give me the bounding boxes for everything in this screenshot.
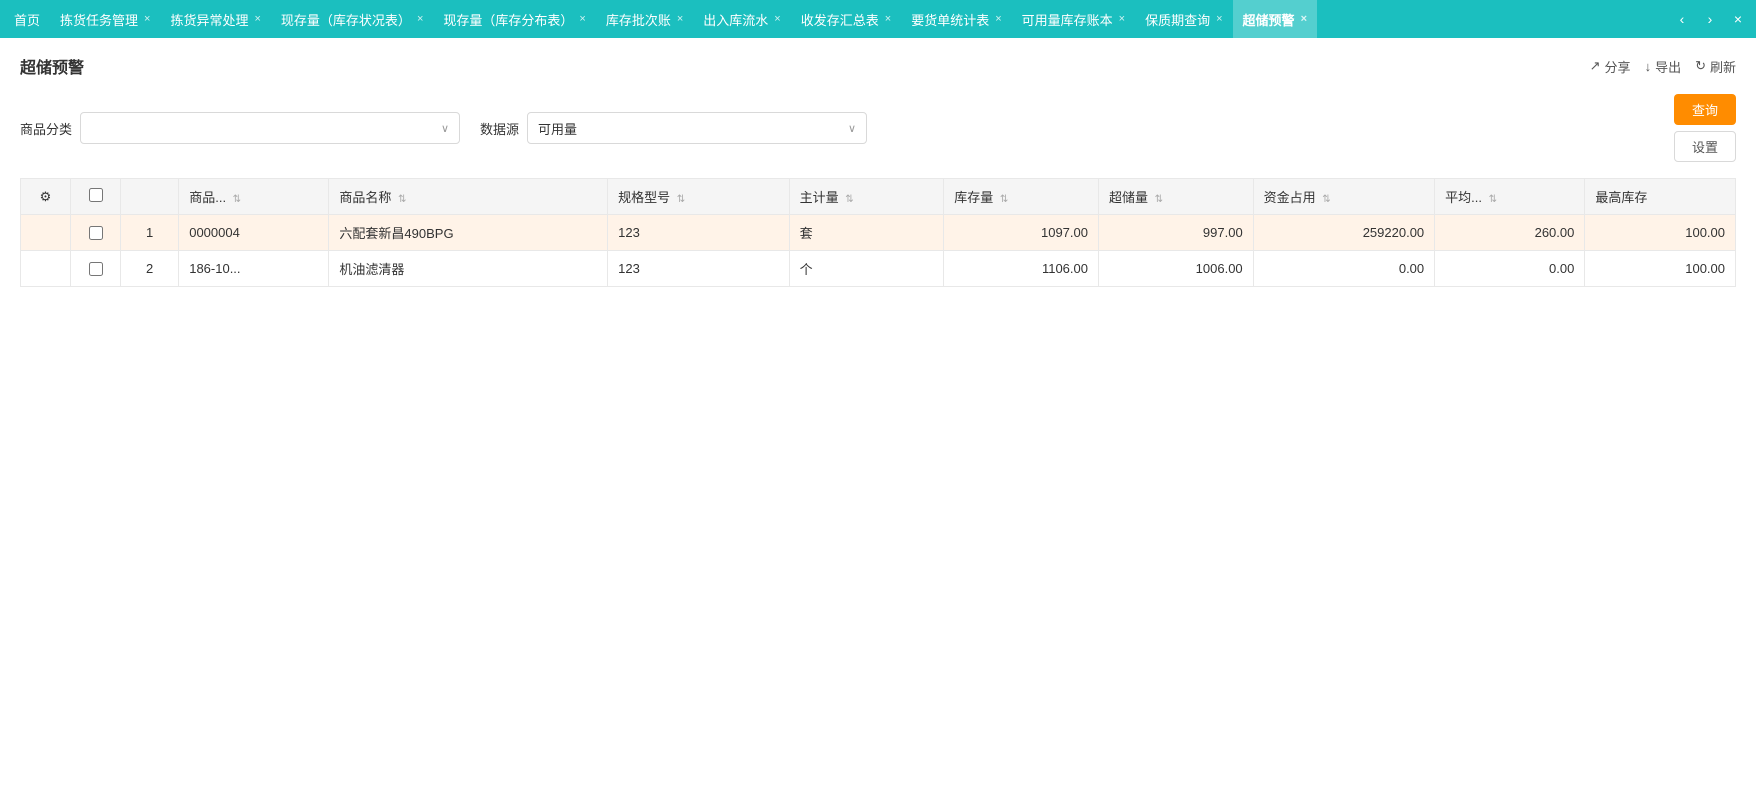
share-icon: ↗ bbox=[1590, 58, 1601, 74]
row-checkbox-1[interactable] bbox=[89, 262, 103, 276]
data-source-chevron: ∨ bbox=[848, 122, 856, 135]
row-spec: 123 bbox=[608, 251, 789, 287]
settings-button[interactable]: 设置 bbox=[1674, 131, 1736, 162]
close-icon[interactable]: × bbox=[1119, 13, 1125, 25]
data-source-value: 可用量 bbox=[538, 119, 577, 138]
nav-item-出入库流水[interactable]: 出入库流水× bbox=[693, 0, 790, 38]
row-avg: 0.00 bbox=[1435, 251, 1585, 287]
table-header-row: ⚙ 商品... ⇅ 商品名称 ⇅ 规格型号 ⇅ 主计量 ⇅ 库存量 ⇅ 超储量 … bbox=[21, 179, 1736, 215]
row-capital: 259220.00 bbox=[1253, 215, 1434, 251]
row-unit: 个 bbox=[789, 251, 944, 287]
col-checkbox bbox=[71, 179, 121, 215]
export-icon: ↓ bbox=[1645, 59, 1652, 74]
nav-item-超储预警[interactable]: 超储预警× bbox=[1233, 0, 1317, 38]
product-category-label: 商品分类 bbox=[20, 119, 72, 138]
nav-item-库存批次账[interactable]: 库存批次账× bbox=[596, 0, 693, 38]
col-rownum bbox=[121, 179, 179, 215]
export-button[interactable]: ↓ 导出 bbox=[1645, 57, 1682, 76]
row-stock: 1106.00 bbox=[944, 251, 1099, 287]
close-icon[interactable]: × bbox=[1216, 13, 1222, 25]
row-product-name: 机油滤清器 bbox=[329, 251, 608, 287]
refresh-icon: ↻ bbox=[1695, 58, 1706, 74]
nav-arrow-right[interactable]: › bbox=[1696, 0, 1724, 38]
row-max-stock: 100.00 bbox=[1585, 251, 1736, 287]
product-category-chevron: ∨ bbox=[441, 122, 449, 135]
row-unit: 套 bbox=[789, 215, 944, 251]
row-checkbox-cell bbox=[71, 215, 121, 251]
row-over-stock: 1006.00 bbox=[1098, 251, 1253, 287]
nav-item-收发存汇总表[interactable]: 收发存汇总表× bbox=[791, 0, 901, 38]
page-header: 超储预警 ↗ 分享 ↓ 导出 ↻ 刷新 bbox=[20, 54, 1736, 78]
row-avg: 260.00 bbox=[1435, 215, 1585, 251]
row-capital: 0.00 bbox=[1253, 251, 1434, 287]
col-spec[interactable]: 规格型号 ⇅ bbox=[608, 179, 789, 215]
close-icon[interactable]: × bbox=[995, 13, 1001, 25]
nav-item-首页[interactable]: 首页 bbox=[4, 0, 50, 38]
nav-arrow-close[interactable]: × bbox=[1724, 0, 1752, 38]
close-icon[interactable]: × bbox=[144, 13, 150, 25]
row-product-code: 186-10... bbox=[179, 251, 329, 287]
top-navigation: 首页拣货任务管理×拣货异常处理×现存量（库存状况表）×现存量（库存分布表）×库存… bbox=[0, 0, 1756, 38]
data-source-filter: 数据源 可用量 ∨ bbox=[480, 112, 867, 144]
row-max-stock: 100.00 bbox=[1585, 215, 1736, 251]
col-unit[interactable]: 主计量 ⇅ bbox=[789, 179, 944, 215]
nav-item-现存量-库存状况表-[interactable]: 现存量（库存状况表）× bbox=[271, 0, 433, 38]
close-icon[interactable]: × bbox=[774, 13, 780, 25]
col-capital[interactable]: 资金占用 ⇅ bbox=[1253, 179, 1434, 215]
filter-row: 商品分类 ∨ 数据源 可用量 ∨ 查询 设置 bbox=[20, 94, 1736, 162]
col-product-code[interactable]: 商品... ⇅ bbox=[179, 179, 329, 215]
close-icon[interactable]: × bbox=[1301, 13, 1307, 25]
row-checkbox-cell bbox=[71, 251, 121, 287]
col-over-stock[interactable]: 超储量 ⇅ bbox=[1098, 179, 1253, 215]
data-table: ⚙ 商品... ⇅ 商品名称 ⇅ 规格型号 ⇅ 主计量 ⇅ 库存量 ⇅ 超储量 … bbox=[20, 178, 1736, 287]
col-settings[interactable]: ⚙ bbox=[21, 179, 71, 215]
close-icon[interactable]: × bbox=[885, 13, 891, 25]
row-over-stock: 997.00 bbox=[1098, 215, 1253, 251]
row-stock: 1097.00 bbox=[944, 215, 1099, 251]
col-avg[interactable]: 平均... ⇅ bbox=[1435, 179, 1585, 215]
select-all-checkbox[interactable] bbox=[89, 188, 103, 202]
close-icon[interactable]: × bbox=[417, 13, 423, 25]
product-category-select[interactable]: ∨ bbox=[80, 112, 460, 144]
table-row: 2 186-10... 机油滤清器 123 个 1106.00 1006.00 … bbox=[21, 251, 1736, 287]
product-category-filter: 商品分类 ∨ bbox=[20, 112, 460, 144]
nav-arrow-left[interactable]: ‹ bbox=[1668, 0, 1696, 38]
row-settings-cell bbox=[21, 215, 71, 251]
col-stock[interactable]: 库存量 ⇅ bbox=[944, 179, 1099, 215]
refresh-button[interactable]: ↻ 刷新 bbox=[1695, 57, 1736, 76]
page-content: 超储预警 ↗ 分享 ↓ 导出 ↻ 刷新 商品分类 ∨ 数据源 bbox=[0, 38, 1756, 800]
nav-item-拣货异常处理[interactable]: 拣货异常处理× bbox=[160, 0, 270, 38]
row-product-code: 0000004 bbox=[179, 215, 329, 251]
nav-item-要货单统计表[interactable]: 要货单统计表× bbox=[901, 0, 1011, 38]
row-settings-cell bbox=[21, 251, 71, 287]
col-max-stock[interactable]: 最高库存 bbox=[1585, 179, 1736, 215]
table-row: 1 0000004 六配套新昌490BPG 123 套 1097.00 997.… bbox=[21, 215, 1736, 251]
close-icon[interactable]: × bbox=[254, 13, 260, 25]
filter-buttons: 查询 设置 bbox=[1674, 94, 1736, 162]
share-button[interactable]: ↗ 分享 bbox=[1590, 57, 1631, 76]
header-actions: ↗ 分享 ↓ 导出 ↻ 刷新 bbox=[1590, 57, 1736, 76]
close-icon[interactable]: × bbox=[579, 13, 585, 25]
gear-icon: ⚙ bbox=[40, 189, 52, 204]
nav-item-保质期查询[interactable]: 保质期查询× bbox=[1135, 0, 1232, 38]
data-source-select[interactable]: 可用量 ∨ bbox=[527, 112, 867, 144]
nav-item-现存量-库存分布表-[interactable]: 现存量（库存分布表）× bbox=[433, 0, 595, 38]
row-product-name: 六配套新昌490BPG bbox=[329, 215, 608, 251]
data-source-label: 数据源 bbox=[480, 119, 519, 138]
nav-item-可用量库存账本[interactable]: 可用量库存账本× bbox=[1012, 0, 1135, 38]
row-num-cell: 1 bbox=[121, 215, 179, 251]
row-num-cell: 2 bbox=[121, 251, 179, 287]
row-spec: 123 bbox=[608, 215, 789, 251]
row-checkbox-0[interactable] bbox=[89, 226, 103, 240]
nav-item-拣货任务管理[interactable]: 拣货任务管理× bbox=[50, 0, 160, 38]
query-button[interactable]: 查询 bbox=[1674, 94, 1736, 125]
page-title: 超储预警 bbox=[20, 54, 84, 78]
col-product-name[interactable]: 商品名称 ⇅ bbox=[329, 179, 608, 215]
close-icon[interactable]: × bbox=[677, 13, 683, 25]
